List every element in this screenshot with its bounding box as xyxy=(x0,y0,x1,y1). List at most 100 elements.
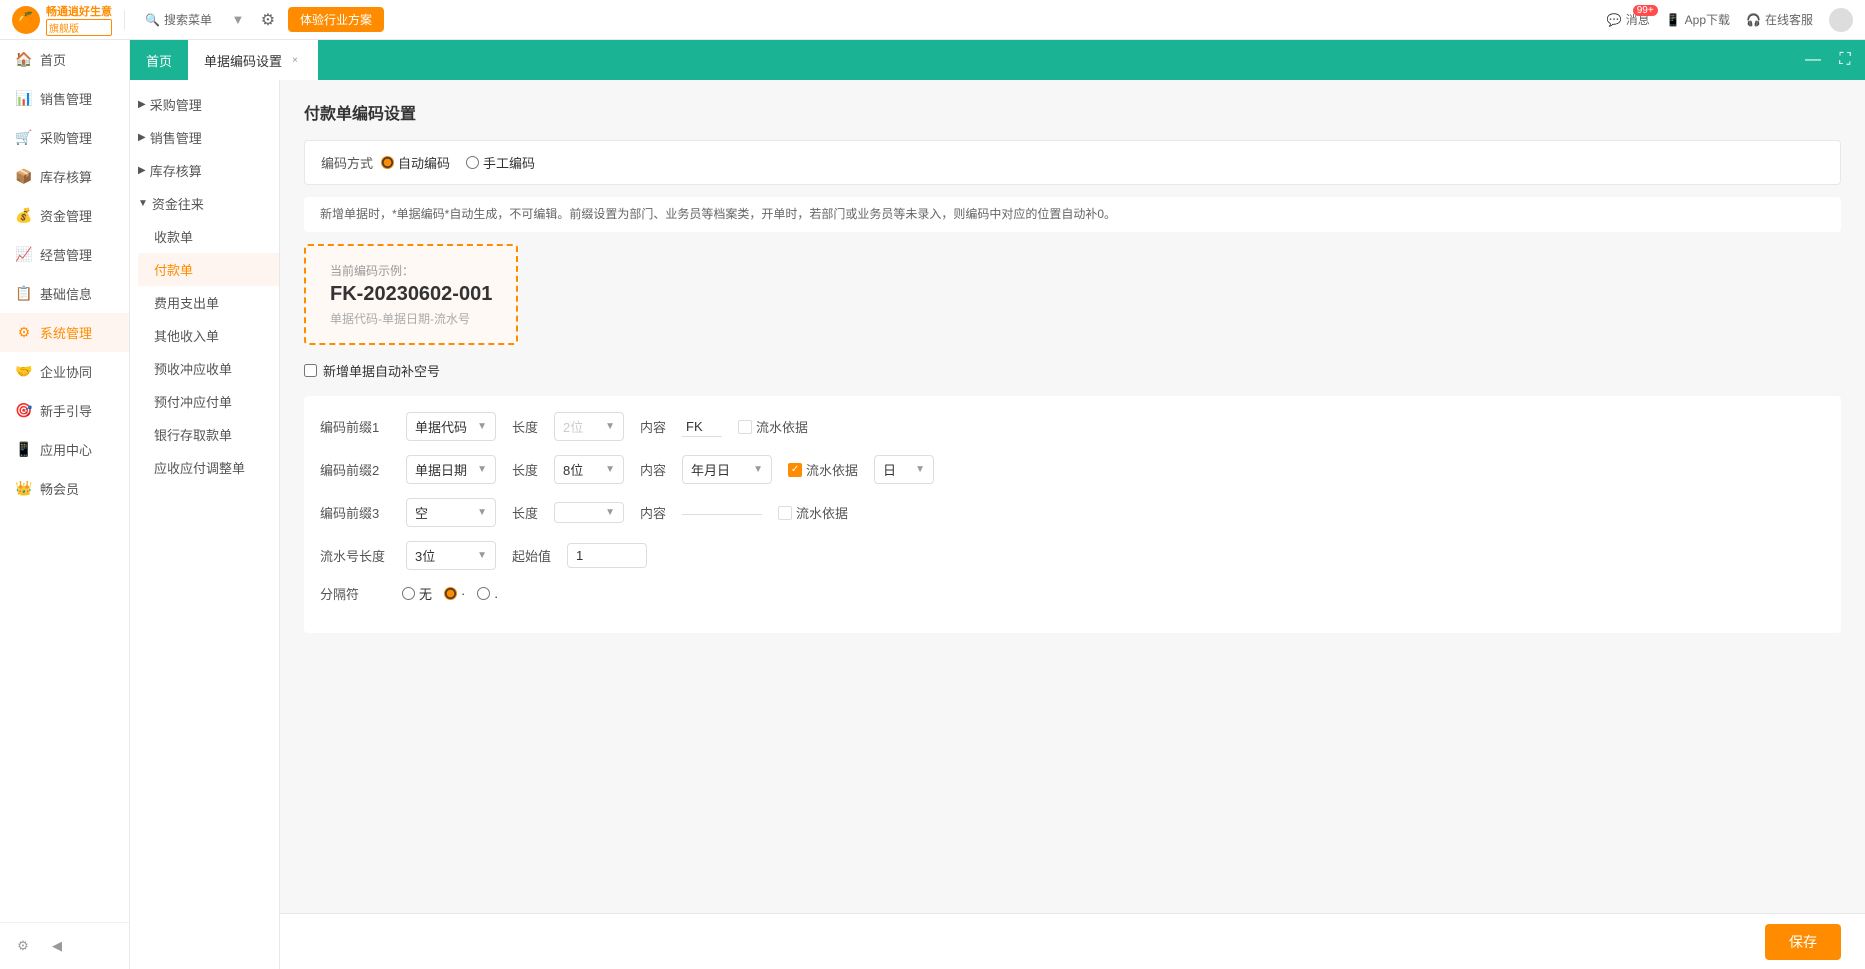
tab-maximize-btn[interactable]: ⛶ xyxy=(1833,48,1857,72)
prefix3-serial-item: 流水依据 xyxy=(778,503,848,522)
chevron-right-icon3: ▶ xyxy=(138,165,146,176)
start-value-label: 起始值 xyxy=(512,546,551,565)
prefix2-length-label: 长度 xyxy=(512,460,538,479)
sidebar-item-member[interactable]: 👑 畅会员 xyxy=(0,469,129,508)
dropdown-btn[interactable]: ▼ xyxy=(228,10,248,30)
sep-dash-radio[interactable]: · xyxy=(444,586,465,601)
subnav-sales[interactable]: ▶ 销售管理 xyxy=(130,121,279,154)
serial-length-select[interactable]: 3位 ▼ xyxy=(406,541,496,570)
prefix3-length-select[interactable]: ▼ xyxy=(554,502,624,523)
sep-dot-radio[interactable]: . xyxy=(477,586,498,601)
inner-layout: ▶ 采购管理 ▶ 销售管理 ▶ 库存核算 ▼ 资金往来 收款单 付款单 xyxy=(130,80,1865,969)
prefix2-chevron-icon: ▼ xyxy=(477,464,487,475)
sidebar-item-home[interactable]: 🏠 首页 xyxy=(0,40,129,79)
basic-icon: 📋 xyxy=(16,286,32,302)
page-content: 付款单编码设置 编码方式 自动编码 手工编码 xyxy=(280,80,1865,913)
experience-button[interactable]: 体验行业方案 xyxy=(288,7,384,32)
chevron-right-icon: ▶ xyxy=(138,99,146,110)
prefix2-length-select[interactable]: 8位 ▼ xyxy=(554,455,624,484)
prefix3-select[interactable]: 空 ▼ xyxy=(406,498,496,527)
sidebar-settings-btn[interactable]: ⚙ xyxy=(8,931,38,961)
preview-code: FK-20230602-001 xyxy=(330,283,492,306)
prefix1-length-select[interactable]: 2位 ▼ xyxy=(554,412,624,441)
subnav-payment[interactable]: 付款单 xyxy=(138,253,279,286)
online-service-btn[interactable]: 🎧 在线客服 xyxy=(1746,11,1813,28)
separator-label: 分隔符 xyxy=(320,584,390,603)
prefix2-content-select[interactable]: 年月日 ▼ xyxy=(682,455,772,484)
prefix2-unit-select[interactable]: 日 ▼ xyxy=(874,455,934,484)
subnav-income[interactable]: 其他收入单 xyxy=(138,319,279,352)
subnav-inventory[interactable]: ▶ 库存核算 xyxy=(130,154,279,187)
sidebar-item-system[interactable]: ⚙ 系统管理 xyxy=(0,313,129,352)
subnav-capital[interactable]: ▼ 资金往来 xyxy=(130,187,279,220)
prefix1-select[interactable]: 单据代码 ▼ xyxy=(406,412,496,441)
sidebar-item-inventory[interactable]: 📦 库存核算 xyxy=(0,157,129,196)
sidebar-item-finance[interactable]: 💰 资金管理 xyxy=(0,196,129,235)
prefix3-serial-checkbox[interactable] xyxy=(778,506,792,520)
prefix1-label: 编码前缀1 xyxy=(320,417,390,436)
start-value-input[interactable] xyxy=(567,543,647,568)
auto-fill-checkbox[interactable] xyxy=(304,364,317,377)
subnav-purchase[interactable]: ▶ 采购管理 xyxy=(130,88,279,121)
subnav-prereceive[interactable]: 预收冲应收单 xyxy=(138,352,279,385)
prefix1-serial-checkbox[interactable] xyxy=(738,420,752,434)
sep-none-radio[interactable]: 无 xyxy=(402,584,432,603)
newbie-icon: 🎯 xyxy=(16,403,32,419)
sidebar-item-basic[interactable]: 📋 基础信息 xyxy=(0,274,129,313)
prefix2-serial-checkbox[interactable] xyxy=(788,463,802,477)
prefix3-length-chevron-icon: ▼ xyxy=(605,507,615,518)
subnav-expense[interactable]: 费用支出单 xyxy=(138,286,279,319)
auto-fill-row: 新增单据自动补空号 xyxy=(304,361,1841,380)
info-text: 新增单据时，*单据编码*自动生成，不可编辑。前缀设置为部门、业务员等档案类，开单… xyxy=(304,197,1841,232)
message-btn[interactable]: 💬 消息 99+ xyxy=(1607,11,1650,28)
sidebar-item-coop[interactable]: 🤝 企业协同 xyxy=(0,352,129,391)
preview-label: 当前编码示例： xyxy=(330,262,492,279)
operation-icon: 📈 xyxy=(16,247,32,263)
app-download-btn[interactable]: 📱 App下载 xyxy=(1666,11,1730,28)
prefix3-length-label: 长度 xyxy=(512,503,538,522)
service-icon: 🎧 xyxy=(1746,13,1761,27)
radio-group: 自动编码 手工编码 xyxy=(381,153,535,172)
sidebar-item-sales[interactable]: 📊 销售管理 xyxy=(0,79,129,118)
subnav-bank[interactable]: 银行存取款单 xyxy=(138,418,279,451)
settings-btn[interactable]: ⚙ xyxy=(256,8,280,32)
logo-icon: 🍊 xyxy=(12,6,40,34)
sales-icon: 📊 xyxy=(16,91,32,107)
manual-radio[interactable]: 手工编码 xyxy=(466,153,535,172)
sidebar-item-newbie[interactable]: 🎯 新手引导 xyxy=(0,391,129,430)
sidebar-item-appstore[interactable]: 📱 应用中心 xyxy=(0,430,129,469)
tab-encoding[interactable]: 单据编码设置 × xyxy=(188,40,318,80)
topbar: 🍊 畅通逍好生意 旗舰版 🔍 搜索菜单 ▼ ⚙ 体验行业方案 💬 消息 99+ … xyxy=(0,0,1865,40)
prefix1-row: 编码前缀1 单据代码 ▼ 长度 2位 ▼ 内容 FK xyxy=(320,412,1825,441)
search-menu[interactable]: 🔍 搜索菜单 xyxy=(137,7,220,32)
appstore-icon: 📱 xyxy=(16,442,32,458)
sidebar-collapse-btn[interactable]: ◀ xyxy=(42,931,72,961)
auto-radio[interactable]: 自动编码 xyxy=(381,153,450,172)
serial-row: 流水号长度 3位 ▼ 起始值 xyxy=(320,541,1825,570)
tabbar: 首页 单据编码设置 × — ⛶ xyxy=(130,40,1865,80)
sidebar-item-operation[interactable]: 📈 经营管理 xyxy=(0,235,129,274)
prefix2-content-label: 内容 xyxy=(640,460,666,479)
tab-home[interactable]: 首页 xyxy=(130,40,188,80)
purchase-icon: 🛒 xyxy=(16,130,32,146)
content-wrapper: 首页 单据编码设置 × — ⛶ ▶ 采购管理 ▶ 销售管理 xyxy=(130,40,1865,969)
prefix2-select[interactable]: 单据日期 ▼ xyxy=(406,455,496,484)
separator-row: 分隔符 无 · . xyxy=(320,584,1825,603)
subnav-adjust[interactable]: 应收应付调整单 xyxy=(138,451,279,484)
tab-close-btn[interactable]: × xyxy=(288,53,302,67)
app-icon: 📱 xyxy=(1666,13,1681,27)
save-button[interactable]: 保存 xyxy=(1765,924,1841,960)
sidebar-item-purchase[interactable]: 🛒 采购管理 xyxy=(0,118,129,157)
tab-minimize-btn[interactable]: — xyxy=(1801,48,1825,72)
subnav-receipt[interactable]: 收款单 xyxy=(138,220,279,253)
user-avatar[interactable] xyxy=(1829,8,1853,32)
encoding-method-section: 编码方式 自动编码 手工编码 xyxy=(304,140,1841,185)
subnav-prepay[interactable]: 预付冲应付单 xyxy=(138,385,279,418)
coop-icon: 🤝 xyxy=(16,364,32,380)
prefix3-row: 编码前缀3 空 ▼ 长度 ▼ 内容 xyxy=(320,498,1825,527)
system-icon: ⚙ xyxy=(16,325,32,341)
finance-icon: 💰 xyxy=(16,208,32,224)
preview-box: 当前编码示例： FK-20230602-001 单据代码-单据日期-流水号 xyxy=(304,244,518,345)
sidebar: 🏠 首页 📊 销售管理 🛒 采购管理 📦 库存核算 💰 资金管理 📈 经营管理 … xyxy=(0,40,130,969)
prefix2-content-chevron-icon: ▼ xyxy=(753,464,763,475)
